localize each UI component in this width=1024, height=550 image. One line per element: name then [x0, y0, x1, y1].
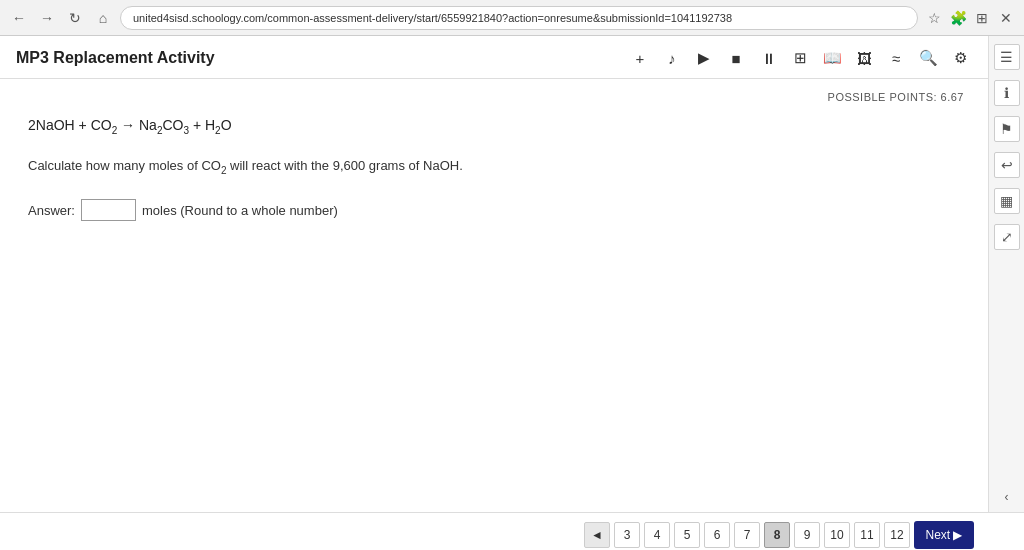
answer-row: Answer: moles (Round to a whole number): [28, 199, 964, 221]
toolbar-grid-icon[interactable]: ⊞: [788, 46, 812, 70]
toolbar-wave-icon[interactable]: ≈: [884, 46, 908, 70]
points-label: POSSIBLE POINTS: 6.67: [24, 91, 964, 103]
page-9-button[interactable]: 9: [794, 522, 820, 548]
page-11-button[interactable]: 11: [854, 522, 880, 548]
toolbar-add-icon[interactable]: +: [628, 46, 652, 70]
toolbar-settings-icon[interactable]: ⚙: [948, 46, 972, 70]
sidebar-grid-icon[interactable]: ▦: [994, 188, 1020, 214]
sidebar-expand-icon[interactable]: ⤢: [994, 224, 1020, 250]
main-wrapper: MP3 Replacement Activity + ♪ ▶ ■ ⏸ ⊞ 📖 🖼…: [0, 36, 1024, 512]
home-button[interactable]: ⌂: [92, 7, 114, 29]
page-7-button[interactable]: 7: [734, 522, 760, 548]
toolbar-pause-icon[interactable]: ⏸: [756, 46, 780, 70]
toolbar-stop-icon[interactable]: ■: [724, 46, 748, 70]
sidebar-menu-icon[interactable]: ☰: [994, 44, 1020, 70]
page-10-button[interactable]: 10: [824, 522, 850, 548]
equation: 2NaOH + CO2 → Na2CO3 + H2O: [28, 117, 964, 136]
toolbar-image-icon[interactable]: 🖼: [852, 46, 876, 70]
right-sidebar: ☰ ℹ ⚑ ↩ ▦ ⤢ ‹: [988, 36, 1024, 512]
app-header: MP3 Replacement Activity + ♪ ▶ ■ ⏸ ⊞ 📖 🖼…: [0, 36, 988, 79]
toolbar-play-icon[interactable]: ▶: [692, 46, 716, 70]
page-6-button[interactable]: 6: [704, 522, 730, 548]
page-3-button[interactable]: 3: [614, 522, 640, 548]
question-area: POSSIBLE POINTS: 6.67 2NaOH + CO2 → Na2C…: [0, 79, 988, 512]
forward-button[interactable]: →: [36, 7, 58, 29]
toolbar: + ♪ ▶ ■ ⏸ ⊞ 📖 🖼 ≈ 🔍 ⚙: [628, 46, 972, 70]
prev-page-button[interactable]: ◄: [584, 522, 610, 548]
toolbar-book-icon[interactable]: 📖: [820, 46, 844, 70]
pagination-bar: ◄ 3 4 5 6 7 8 9 10 11 12 Next ▶: [0, 512, 1024, 550]
menu-icon[interactable]: ⊞: [972, 8, 992, 28]
sidebar-info-icon[interactable]: ℹ: [994, 80, 1020, 106]
sidebar-undo-icon[interactable]: ↩: [994, 152, 1020, 178]
back-button[interactable]: ←: [8, 7, 30, 29]
content-area: MP3 Replacement Activity + ♪ ▶ ■ ⏸ ⊞ 📖 🖼…: [0, 36, 988, 512]
page-12-button[interactable]: 12: [884, 522, 910, 548]
toolbar-audio-icon[interactable]: ♪: [660, 46, 684, 70]
close-icon[interactable]: ✕: [996, 8, 1016, 28]
answer-hint: moles (Round to a whole number): [142, 203, 338, 218]
extension-icon[interactable]: 🧩: [948, 8, 968, 28]
bookmark-icon[interactable]: ☆: [924, 8, 944, 28]
sidebar-flag-icon[interactable]: ⚑: [994, 116, 1020, 142]
app-title: MP3 Replacement Activity: [16, 49, 215, 67]
browser-chrome: ← → ↻ ⌂ ☆ 🧩 ⊞ ✕: [0, 0, 1024, 36]
toolbar-search-icon[interactable]: 🔍: [916, 46, 940, 70]
page-8-button[interactable]: 8: [764, 522, 790, 548]
answer-label: Answer:: [28, 203, 75, 218]
sidebar-collapse-chevron[interactable]: ‹: [1005, 490, 1009, 504]
reload-button[interactable]: ↻: [64, 7, 86, 29]
page-4-button[interactable]: 4: [644, 522, 670, 548]
page-5-button[interactable]: 5: [674, 522, 700, 548]
next-button[interactable]: Next ▶: [914, 521, 974, 549]
answer-input[interactable]: [81, 199, 136, 221]
question-text: Calculate how many moles of CO2 will rea…: [28, 156, 964, 178]
url-bar[interactable]: [120, 6, 918, 30]
